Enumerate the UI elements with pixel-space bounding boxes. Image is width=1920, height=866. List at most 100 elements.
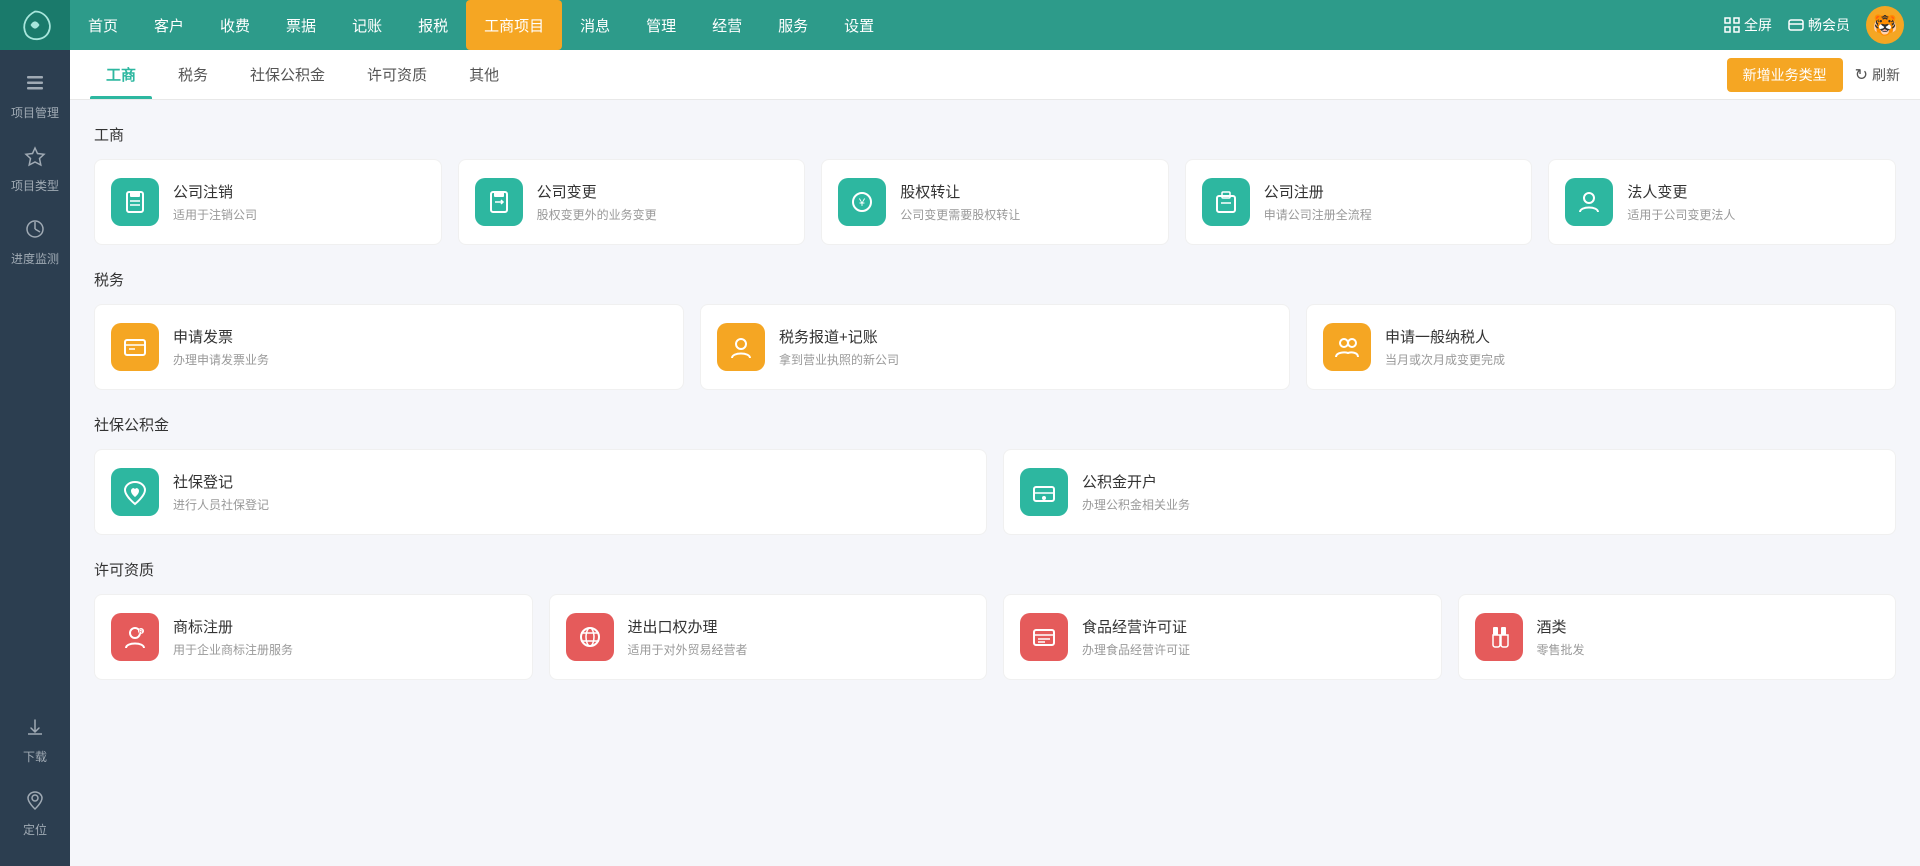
sidebar-item-download[interactable]: 下载: [0, 704, 70, 777]
card-title-apply-taxpayer: 申请一般纳税人: [1385, 326, 1505, 347]
card-title-social-insurance: 社保登记: [173, 471, 269, 492]
card-desc-food-license: 办理食品经营许可证: [1082, 641, 1190, 658]
section-xuke: 许可资质 R 商标注册 用于企业商标注册服务: [94, 559, 1896, 680]
tab-bar: 工商 税务 社保公积金 许可资质 其他 新增业务类型 ↻ 刷新: [70, 50, 1920, 100]
sidebar: 项目管理 项目类型 进度监测 下载: [0, 50, 70, 866]
section-title-gongshang: 工商: [94, 124, 1896, 145]
card-desc-trademark: 用于企业商标注册服务: [173, 641, 293, 658]
nav-ticket[interactable]: 票据: [268, 0, 334, 50]
member-button[interactable]: 畅会员: [1788, 15, 1850, 35]
section-title-shebao: 社保公积金: [94, 414, 1896, 435]
sidebar-item-location[interactable]: 定位: [0, 777, 70, 850]
card-desc-tax-bookkeeping: 拿到营业执照的新公司: [779, 351, 899, 368]
tab-shiwu[interactable]: 税务: [162, 50, 224, 99]
sidebar-label-progress: 进度监测: [11, 250, 59, 267]
nav-tax[interactable]: 报税: [400, 0, 466, 50]
card-legal-change[interactable]: 法人变更 适用于公司变更法人: [1548, 159, 1896, 245]
card-text-equity-transfer: 股权转让 公司变更需要股权转让: [900, 181, 1020, 223]
top-navigation: 首页 客户 收费 票据 记账 报税 工商项目 消息 管理 经营 服务 设置 全屏…: [0, 0, 1920, 50]
xuke-cards-grid: R 商标注册 用于企业商标注册服务 进出口权办理 适用于: [94, 594, 1896, 680]
card-trademark[interactable]: R 商标注册 用于企业商标注册服务: [94, 594, 533, 680]
list-icon: [24, 72, 46, 100]
card-desc-alcohol: 零售批发: [1537, 641, 1585, 658]
section-title-shiwu: 税务: [94, 269, 1896, 290]
card-title-apply-invoice: 申请发票: [173, 326, 269, 347]
card-text-company-cancel: 公司注销 适用于注销公司: [173, 181, 257, 223]
refresh-label: 刷新: [1872, 65, 1900, 85]
card-company-cancel[interactable]: 公司注销 适用于注销公司: [94, 159, 442, 245]
card-desc-legal-change: 适用于公司变更法人: [1627, 206, 1735, 223]
card-icon-apply-invoice: [111, 323, 159, 371]
tab-actions: 新增业务类型 ↻ 刷新: [1727, 58, 1900, 92]
nav-home[interactable]: 首页: [70, 0, 136, 50]
nav-right: 全屏 畅会员 🐯: [1724, 6, 1920, 44]
nav-menu: 首页 客户 收费 票据 记账 报税 工商项目 消息 管理 经营 服务 设置: [70, 0, 1724, 50]
card-apply-invoice[interactable]: 申请发票 办理申请发票业务: [94, 304, 684, 390]
sidebar-item-progress[interactable]: 进度监测: [0, 206, 70, 279]
card-desc-social-insurance: 进行人员社保登记: [173, 496, 269, 513]
card-text-tax-bookkeeping: 税务报道+记账 拿到营业执照的新公司: [779, 326, 899, 368]
add-type-button[interactable]: 新增业务类型: [1727, 58, 1843, 92]
card-icon-company-change: [475, 178, 523, 226]
card-title-housing-fund: 公积金开户: [1082, 471, 1190, 492]
nav-service[interactable]: 服务: [760, 0, 826, 50]
card-title-company-cancel: 公司注销: [173, 181, 257, 202]
svg-text:￥: ￥: [857, 198, 867, 209]
nav-message[interactable]: 消息: [562, 0, 628, 50]
section-gongshang: 工商 公司注销 适用于注销公司: [94, 124, 1896, 245]
card-title-alcohol: 酒类: [1537, 616, 1585, 637]
card-desc-equity-transfer: 公司变更需要股权转让: [900, 206, 1020, 223]
card-icon-import-export: [566, 613, 614, 661]
card-apply-taxpayer[interactable]: 申请一般纳税人 当月或次月成变更完成: [1306, 304, 1896, 390]
sidebar-label-download: 下载: [23, 748, 47, 765]
shiwu-cards-grid: 申请发票 办理申请发票业务 税务报道+记账 拿到营业执照的新公司: [94, 304, 1896, 390]
card-text-housing-fund: 公积金开户 办理公积金相关业务: [1082, 471, 1190, 513]
card-text-apply-taxpayer: 申请一般纳税人 当月或次月成变更完成: [1385, 326, 1505, 368]
fullscreen-button[interactable]: 全屏: [1724, 15, 1772, 35]
card-company-register[interactable]: 公司注册 申请公司注册全流程: [1185, 159, 1533, 245]
avatar[interactable]: 🐯: [1866, 6, 1904, 44]
nav-settings[interactable]: 设置: [826, 0, 892, 50]
tab-xuke[interactable]: 许可资质: [351, 50, 443, 99]
card-icon-legal-change: [1565, 178, 1613, 226]
card-alcohol[interactable]: 酒类 零售批发: [1458, 594, 1897, 680]
card-title-import-export: 进出口权办理: [628, 616, 748, 637]
section-shebao: 社保公积金 社保登记 进行人员社保登记: [94, 414, 1896, 535]
card-icon-tax-bookkeeping: [717, 323, 765, 371]
card-tax-bookkeeping[interactable]: 税务报道+记账 拿到营业执照的新公司: [700, 304, 1290, 390]
nav-bookkeeping[interactable]: 记账: [334, 0, 400, 50]
sidebar-label-project-manage: 项目管理: [11, 104, 59, 121]
gongshang-cards-grid: 公司注销 适用于注销公司 公司变更 股权变更外的业务变更: [94, 159, 1896, 245]
chart-icon: [24, 218, 46, 246]
logo: [0, 0, 70, 50]
card-title-company-change: 公司变更: [537, 181, 657, 202]
nav-customer[interactable]: 客户: [136, 0, 202, 50]
card-title-tax-bookkeeping: 税务报道+记账: [779, 326, 899, 347]
nav-operation[interactable]: 经营: [694, 0, 760, 50]
card-desc-import-export: 适用于对外贸易经营者: [628, 641, 748, 658]
refresh-icon: ↻: [1855, 65, 1868, 85]
sidebar-item-project-type[interactable]: 项目类型: [0, 133, 70, 206]
card-social-insurance[interactable]: 社保登记 进行人员社保登记: [94, 449, 987, 535]
sidebar-item-project-manage[interactable]: 项目管理: [0, 60, 70, 133]
card-icon-apply-taxpayer: [1323, 323, 1371, 371]
nav-fee[interactable]: 收费: [202, 0, 268, 50]
card-food-license[interactable]: 食品经营许可证 办理食品经营许可证: [1003, 594, 1442, 680]
card-equity-transfer[interactable]: ￥ 股权转让 公司变更需要股权转让: [821, 159, 1169, 245]
tab-list: 工商 税务 社保公积金 许可资质 其他: [90, 50, 1727, 99]
nav-business[interactable]: 工商项目: [466, 0, 562, 50]
tab-shebao[interactable]: 社保公积金: [234, 50, 341, 99]
card-housing-fund[interactable]: 公积金开户 办理公积金相关业务: [1003, 449, 1896, 535]
nav-manage[interactable]: 管理: [628, 0, 694, 50]
tab-gongshang[interactable]: 工商: [90, 50, 152, 99]
card-import-export[interactable]: 进出口权办理 适用于对外贸易经营者: [549, 594, 988, 680]
card-icon-housing-fund: [1020, 468, 1068, 516]
card-company-change[interactable]: 公司变更 股权变更外的业务变更: [458, 159, 806, 245]
tab-other[interactable]: 其他: [453, 50, 515, 99]
card-icon-equity-transfer: ￥: [838, 178, 886, 226]
card-text-legal-change: 法人变更 适用于公司变更法人: [1627, 181, 1735, 223]
member-label: 畅会员: [1808, 15, 1850, 35]
location-icon: [24, 789, 46, 817]
refresh-button[interactable]: ↻ 刷新: [1855, 65, 1900, 85]
sidebar-bottom: 下载 定位: [0, 704, 70, 866]
